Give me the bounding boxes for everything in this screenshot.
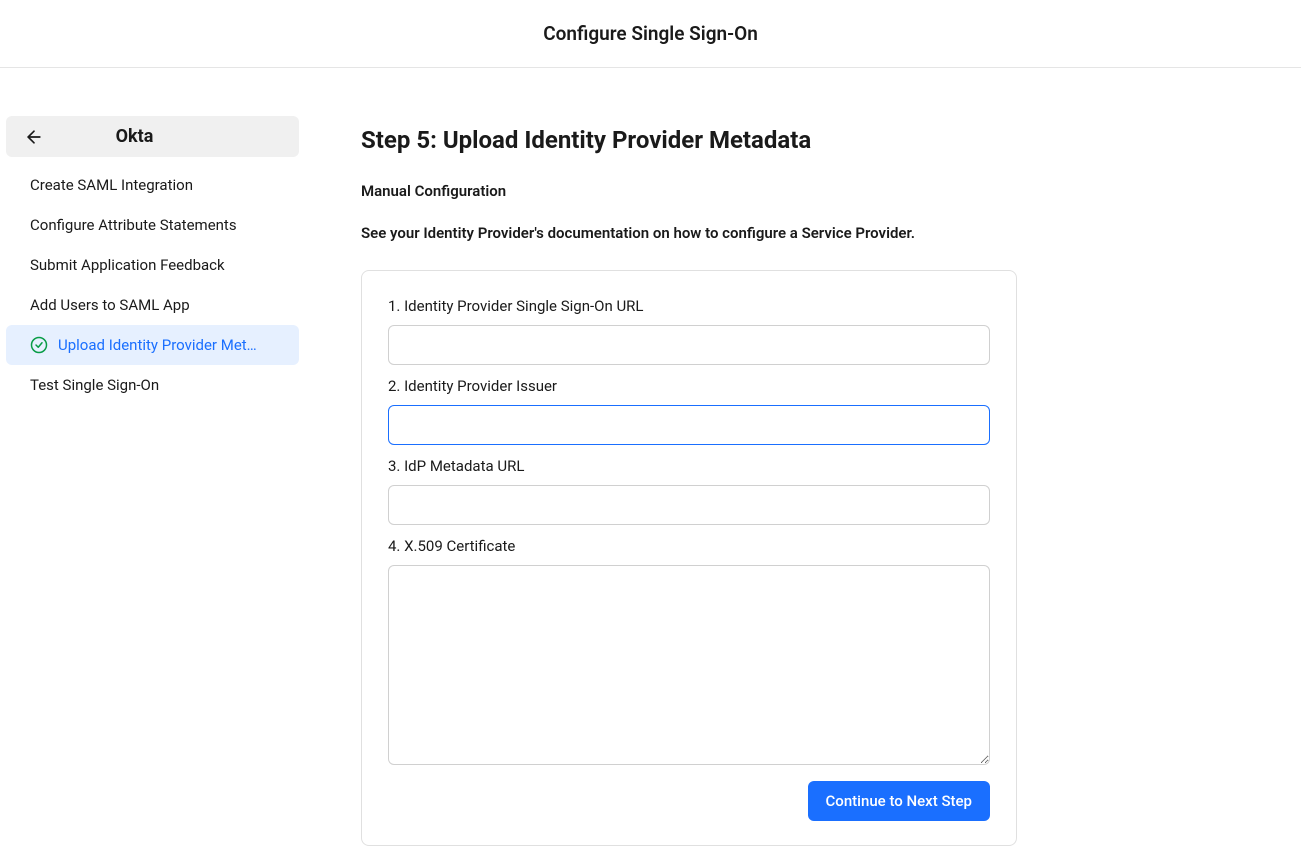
form-group-sso-url: 1. Identity Provider Single Sign-On URL <box>388 297 990 365</box>
label-sso-url: 1. Identity Provider Single Sign-On URL <box>388 297 990 315</box>
continue-button[interactable]: Continue to Next Step <box>808 781 990 821</box>
input-issuer[interactable] <box>388 405 990 445</box>
sidebar-item-label: Configure Attribute Statements <box>30 216 237 234</box>
input-sso-url[interactable] <box>388 325 990 365</box>
label-certificate: 4. X.509 Certificate <box>388 537 990 555</box>
sidebar-item-label: Test Single Sign-On <box>30 376 159 394</box>
back-arrow-icon[interactable] <box>22 125 46 149</box>
page-header: Configure Single Sign-On <box>0 0 1301 68</box>
form-group-issuer: 2. Identity Provider Issuer <box>388 377 990 445</box>
check-circle-icon <box>30 336 48 354</box>
sidebar-item-label: Create SAML Integration <box>30 176 193 194</box>
sidebar-item-label: Add Users to SAML App <box>30 296 190 314</box>
sidebar-item-submit-feedback[interactable]: Submit Application Feedback <box>6 245 299 285</box>
sidebar-header[interactable]: Okta <box>6 116 299 157</box>
sidebar-item-add-users[interactable]: Add Users to SAML App <box>6 285 299 325</box>
sidebar-step-list: Create SAML Integration Configure Attrib… <box>6 165 299 405</box>
page-header-title: Configure Single Sign-On <box>0 22 1301 45</box>
label-issuer: 2. Identity Provider Issuer <box>388 377 990 395</box>
step-description: See your Identity Provider's documentati… <box>361 224 1017 242</box>
step-subtitle: Manual Configuration <box>361 182 1017 200</box>
content-container: Okta Create SAML Integration Configure A… <box>0 68 1301 841</box>
textarea-certificate[interactable] <box>388 565 990 765</box>
sidebar: Okta Create SAML Integration Configure A… <box>0 68 305 841</box>
form-group-certificate: 4. X.509 Certificate <box>388 537 990 769</box>
step-title: Step 5: Upload Identity Provider Metadat… <box>361 126 1017 154</box>
form-group-metadata-url: 3. IdP Metadata URL <box>388 457 990 525</box>
sidebar-item-configure-attributes[interactable]: Configure Attribute Statements <box>6 205 299 245</box>
form-actions: Continue to Next Step <box>388 781 990 821</box>
sidebar-item-label: Upload Identity Provider Met… <box>58 336 257 354</box>
sidebar-item-test-sso[interactable]: Test Single Sign-On <box>6 365 299 405</box>
form-card: 1. Identity Provider Single Sign-On URL … <box>361 270 1017 846</box>
label-metadata-url: 3. IdP Metadata URL <box>388 457 990 475</box>
sidebar-item-label: Submit Application Feedback <box>30 256 225 274</box>
main-content: Step 5: Upload Identity Provider Metadat… <box>305 68 1065 841</box>
input-metadata-url[interactable] <box>388 485 990 525</box>
sidebar-item-upload-metadata[interactable]: Upload Identity Provider Met… <box>6 325 299 365</box>
sidebar-item-create-saml[interactable]: Create SAML Integration <box>6 165 299 205</box>
